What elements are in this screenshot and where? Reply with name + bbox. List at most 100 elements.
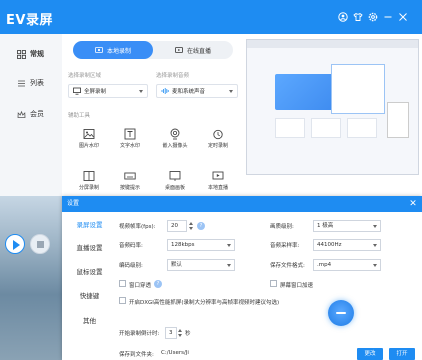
- camera-icon: [170, 128, 180, 140]
- close-icon[interactable]: [398, 12, 408, 22]
- countdown-unit: 秒: [185, 331, 191, 337]
- settings-nav-mouse[interactable]: 鼠标设置: [62, 261, 117, 283]
- close-icon[interactable]: ✕: [408, 199, 418, 209]
- live-icon: [175, 47, 183, 53]
- capture-area-value: 全屏录制: [84, 89, 107, 95]
- dxgi-checkbox[interactable]: [119, 297, 126, 304]
- settings-dialog: 设置 ✕ 录屏设置 直播设置 鼠标设置 快捷键 其他 视频帧率(fps): 20…: [62, 196, 422, 360]
- palette-icon: [169, 171, 181, 181]
- save-path-label: 保存到文件夹:: [119, 352, 154, 358]
- encoder-select[interactable]: 默认: [167, 259, 235, 271]
- start-record-button[interactable]: [5, 234, 25, 254]
- app-title: EV录屏: [6, 13, 53, 28]
- open-folder-button[interactable]: 打开: [389, 348, 415, 360]
- save-path-value: C:/Users/Ji: [161, 350, 189, 356]
- quality-select[interactable]: 1 极高: [313, 220, 381, 232]
- tab-local-record[interactable]: 本地录制: [73, 41, 153, 59]
- preview-screenshot: [331, 64, 385, 114]
- tool-image-watermark[interactable]: 图片水印: [72, 128, 106, 149]
- broadcast-icon: [212, 171, 224, 180]
- alarm-icon: [213, 129, 223, 140]
- help-icon[interactable]: ?: [154, 280, 162, 288]
- sample-rate-label: 音频采样率:: [270, 243, 300, 249]
- encoder-value: 默认: [171, 262, 183, 268]
- chevron-down-icon: [227, 244, 231, 247]
- settings-nav: 录屏设置 直播设置 鼠标设置 快捷键 其他: [62, 212, 117, 360]
- mode-tabs: 本地录制 在线直播: [73, 41, 233, 59]
- chevron-down-icon: [227, 264, 231, 267]
- quality-value: 1 极高: [317, 223, 334, 229]
- record-icon: [95, 47, 103, 53]
- fps-input[interactable]: 20: [167, 220, 187, 232]
- tool-text-watermark[interactable]: 文字水印: [113, 128, 147, 149]
- image-icon: [83, 129, 95, 139]
- preview-browser-bar: [247, 40, 418, 48]
- format-value: .mp4: [317, 262, 332, 268]
- chevron-down-icon: [229, 90, 233, 93]
- settings-nav-hotkeys[interactable]: 快捷键: [62, 285, 117, 307]
- audio-select[interactable]: 麦和系统声音: [156, 84, 238, 98]
- tool-split-screen[interactable]: 分屏录制: [72, 170, 106, 191]
- title-bar: EV录屏: [0, 0, 422, 34]
- change-folder-button[interactable]: 更改: [357, 348, 383, 360]
- sidebar-item-label: 会员: [30, 110, 44, 118]
- tool-label: 文字水印: [119, 143, 140, 149]
- stop-record-button[interactable]: [30, 234, 50, 254]
- fps-stepper[interactable]: [189, 221, 194, 231]
- tool-desktop-palette[interactable]: 桌面画板: [158, 170, 192, 191]
- audio-bitrate-label: 音频码率:: [119, 243, 143, 249]
- capture-area-label: 选择录制区域: [68, 73, 102, 79]
- crown-icon: [17, 110, 26, 118]
- floating-ball[interactable]: [328, 300, 354, 326]
- sidebar-item-label: 列表: [30, 79, 44, 87]
- tshirt-icon[interactable]: [353, 12, 363, 22]
- preview-card: [347, 118, 377, 138]
- sample-rate-select[interactable]: 44100Hz: [313, 239, 381, 251]
- sidebar-item-label: 常规: [30, 50, 44, 58]
- settings-nav-live[interactable]: 直播设置: [62, 237, 117, 259]
- tool-local-live[interactable]: 本地直播: [201, 170, 235, 191]
- tool-label: 分屏录制: [78, 185, 99, 191]
- grid-icon: [17, 49, 26, 59]
- screen-accel-checkbox[interactable]: [270, 280, 277, 287]
- settings-nav-other[interactable]: 其他: [62, 310, 117, 332]
- sidebar-item-member[interactable]: 会员: [0, 102, 62, 126]
- tool-scheduled-record[interactable]: 定时录制: [201, 128, 235, 149]
- format-label: 保存文件格式:: [270, 263, 305, 269]
- chevron-down-icon: [373, 225, 377, 228]
- gear-icon[interactable]: [368, 12, 378, 22]
- tab-online-live[interactable]: 在线直播: [153, 41, 233, 59]
- tool-label: 图片水印: [78, 143, 99, 149]
- tool-label: 按键提示: [119, 185, 140, 191]
- format-select[interactable]: .mp4: [313, 259, 381, 271]
- settings-title: 设置: [67, 200, 80, 207]
- sidebar-item-list[interactable]: 列表: [0, 71, 62, 95]
- countdown-input[interactable]: 3: [165, 327, 177, 339]
- tab-label: 本地录制: [106, 47, 131, 55]
- audio-bitrate-select[interactable]: 128kbps: [167, 239, 235, 251]
- preview-card: [311, 118, 341, 138]
- fps-label: 视频帧率(fps):: [119, 224, 156, 230]
- capture-area-select[interactable]: 全屏录制: [68, 84, 148, 98]
- keyboard-icon: [124, 172, 136, 180]
- window-through-checkbox[interactable]: [119, 280, 126, 287]
- monitor-icon: [73, 87, 81, 95]
- encoder-label: 编码级别:: [119, 263, 143, 269]
- list-icon: [18, 80, 25, 86]
- audio-value: 麦和系统声音: [172, 89, 206, 95]
- background-photo: [0, 196, 62, 360]
- sidebar-item-general[interactable]: 常规: [0, 42, 62, 66]
- chevron-down-icon: [373, 264, 377, 267]
- user-icon[interactable]: [338, 12, 348, 22]
- sample-rate-value: 44100Hz: [317, 242, 342, 248]
- tool-embed-camera[interactable]: 嵌入摄像头: [158, 128, 192, 149]
- countdown-stepper[interactable]: [178, 328, 183, 338]
- settings-body: 视频帧率(fps): 20 ? 画质级别: 1 极高 音频码率: 128kbps…: [117, 212, 422, 360]
- audio-wave-icon: [161, 88, 169, 94]
- minimize-icon[interactable]: [383, 12, 393, 22]
- window-through-label: 窗口穿透: [129, 283, 152, 289]
- quality-label: 画质级别:: [270, 224, 294, 230]
- help-icon[interactable]: ?: [197, 222, 205, 230]
- settings-nav-record[interactable]: 录屏设置: [62, 214, 117, 236]
- tool-key-hint[interactable]: 按键提示: [113, 170, 147, 191]
